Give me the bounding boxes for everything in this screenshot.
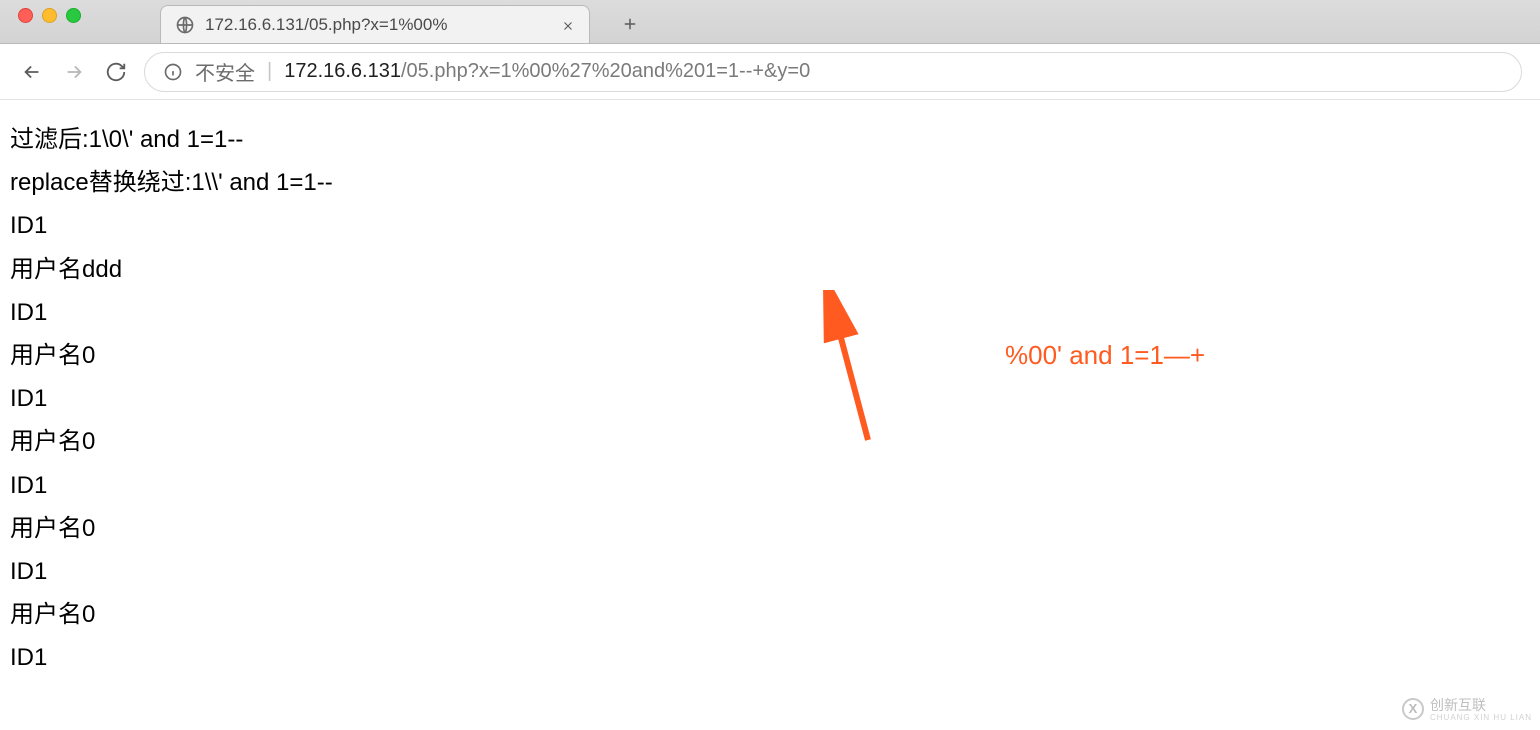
content-line: ID1 [10, 464, 1530, 507]
watermark-main: 创新互联 [1430, 697, 1486, 713]
browser-tab-active[interactable]: 172.16.6.131/05.php?x=1%00% [160, 5, 590, 43]
address-bar[interactable]: 不安全 | 172.16.6.131/05.php?x=1%00%27%20an… [144, 52, 1522, 92]
new-tab-button[interactable] [610, 5, 650, 43]
tab-title: 172.16.6.131/05.php?x=1%00% [205, 15, 551, 35]
watermark-icon: X [1402, 698, 1424, 720]
content-line: 用户名ddd [10, 248, 1530, 291]
content-line: ID1 [10, 550, 1530, 593]
content-line: 过滤后:1\0\' and 1=1-- [10, 118, 1530, 161]
separator: | [267, 60, 272, 83]
browser-toolbar: 不安全 | 172.16.6.131/05.php?x=1%00%27%20an… [0, 44, 1540, 100]
window-close-button[interactable] [18, 8, 33, 23]
reload-button[interactable] [102, 58, 130, 86]
info-icon [163, 62, 183, 82]
watermark-sub: CHUANG XIN HU LIAN [1430, 713, 1532, 722]
back-button[interactable] [18, 58, 46, 86]
content-line: replace替换绕过:1\\' and 1=1-- [10, 161, 1530, 204]
content-line: 用户名0 [10, 420, 1530, 463]
window-zoom-button[interactable] [66, 8, 81, 23]
security-label: 不安全 [195, 57, 255, 86]
window-minimize-button[interactable] [42, 8, 57, 23]
content-line: ID1 [10, 377, 1530, 420]
content-line: ID1 [10, 636, 1530, 679]
watermark-text: 创新互联 CHUANG XIN HU LIAN [1430, 695, 1532, 722]
close-icon[interactable] [561, 18, 575, 32]
window-traffic-lights [18, 8, 81, 23]
globe-icon [175, 15, 195, 35]
content-line: 用户名0 [10, 334, 1530, 377]
content-line: 用户名0 [10, 507, 1530, 550]
url-host: 172.16.6.131 [284, 60, 401, 82]
content-line: ID1 [10, 204, 1530, 247]
content-line: ID1 [10, 291, 1530, 334]
forward-button[interactable] [60, 58, 88, 86]
url-path: /05.php?x=1%00%27%20and%201=1--+&y=0 [401, 60, 810, 82]
page-content: 过滤后:1\0\' and 1=1-- replace替换绕过:1\\' and… [0, 100, 1540, 697]
annotation-text: %00' and 1=1—+ [1005, 340, 1205, 371]
watermark: X 创新互联 CHUANG XIN HU LIAN [1402, 695, 1532, 722]
content-line: 用户名0 [10, 593, 1530, 636]
tab-strip: 172.16.6.131/05.php?x=1%00% [0, 0, 1540, 44]
url-text: 172.16.6.131/05.php?x=1%00%27%20and%201=… [284, 60, 810, 83]
